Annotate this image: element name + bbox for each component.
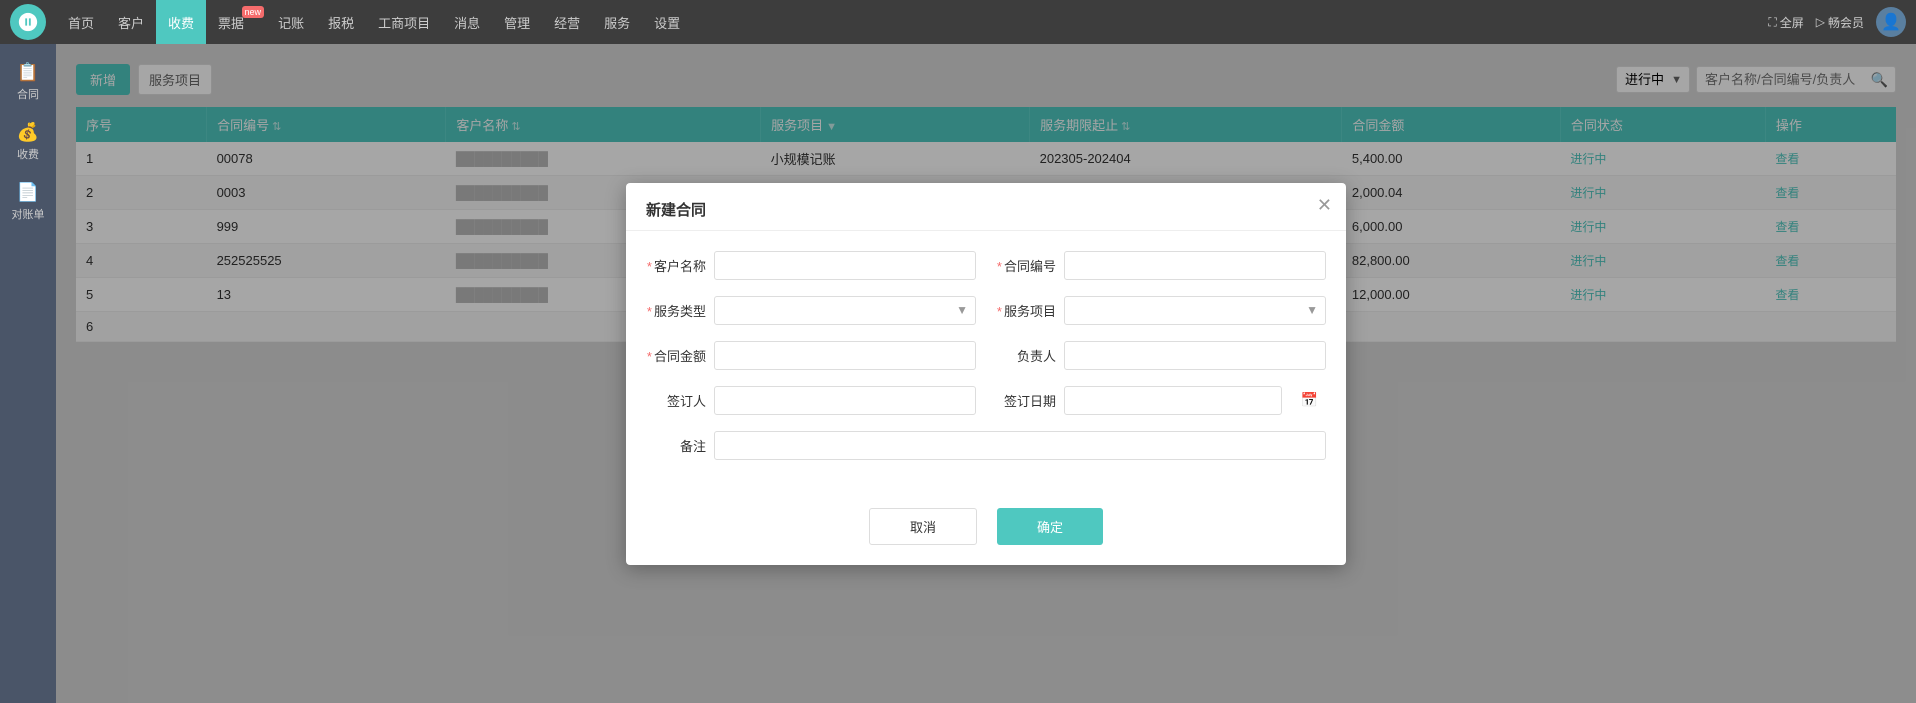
field-remarks: 备注 [646, 431, 1326, 460]
cancel-button[interactable]: 取消 [869, 508, 977, 545]
field-contract-no: *合同编号 [996, 251, 1326, 280]
required-item: * [997, 304, 1002, 319]
sidebar: 📋 合同 💰 收费 📄 对账单 [0, 44, 56, 703]
form-row-5: 备注 [646, 431, 1326, 460]
field-service-item: *服务项目 ▼ [996, 296, 1326, 325]
new-contract-modal: 新建合同 ✕ *客户名称 *合同编号 [626, 183, 1346, 565]
field-amount: *合同金额 0.00 [646, 341, 976, 370]
input-remarks[interactable] [714, 431, 1326, 460]
member-label: 畅会员 [1828, 14, 1864, 31]
label-client-name: *客户名称 [646, 256, 706, 275]
label-service-item: *服务项目 [996, 301, 1056, 320]
nav-tax[interactable]: 报税 [316, 0, 366, 44]
logo [10, 4, 46, 40]
calendar-icon: 📅 [1301, 392, 1318, 409]
member-btn[interactable]: ▷ 畅会员 [1816, 14, 1864, 31]
play-icon: ▷ [1816, 15, 1825, 29]
nav-settings[interactable]: 设置 [642, 0, 692, 44]
main-layout: 📋 合同 💰 收费 📄 对账单 新增 服务项目 进行中 已结束 全部 [0, 44, 1916, 703]
fullscreen-label: 全屏 [1780, 14, 1804, 31]
select-service-type[interactable] [714, 296, 976, 325]
form-row-4: 签订人 签订日期 2023-06-06 📅 [646, 386, 1326, 415]
modal-title: 新建合同 [646, 202, 706, 219]
required-client: * [647, 259, 652, 274]
field-sign-date: 签订日期 2023-06-06 📅 [996, 386, 1326, 415]
modal-overlay: 新建合同 ✕ *客户名称 *合同编号 [56, 44, 1916, 703]
nav-message[interactable]: 消息 [442, 0, 492, 44]
input-client-name[interactable] [714, 251, 976, 280]
sidebar-label-contract: 合同 [17, 86, 39, 102]
label-amount: *合同金额 [646, 346, 706, 365]
top-nav-right: ⛶ 全屏 ▷ 畅会员 👤 [1768, 7, 1906, 37]
form-row-1: *客户名称 *合同编号 [646, 251, 1326, 280]
avatar[interactable]: 👤 [1876, 7, 1906, 37]
nav-operation[interactable]: 经营 [542, 0, 592, 44]
form-row-2: *服务类型 ▼ *服务项目 [646, 296, 1326, 325]
content-area: 新增 服务项目 进行中 已结束 全部 ▼ 🔍 [56, 44, 1916, 703]
top-nav: 首页 客户 收费 票据 new 记账 报税 工商项目 消息 管理 经营 服务 设… [0, 0, 1916, 44]
label-remarks: 备注 [646, 436, 706, 455]
sidebar-label-fee: 收费 [17, 146, 39, 162]
label-responsible: 负责人 [996, 346, 1056, 365]
label-signer: 签订人 [646, 391, 706, 410]
contract-icon: 📋 [17, 62, 39, 83]
fee-icon: 💰 [17, 122, 39, 143]
statement-icon: 📄 [17, 182, 39, 203]
nav-manage[interactable]: 管理 [492, 0, 542, 44]
input-signer[interactable] [714, 386, 976, 415]
field-responsible: 负责人 [996, 341, 1326, 370]
required-contract: * [997, 259, 1002, 274]
fullscreen-btn[interactable]: ⛶ 全屏 [1768, 14, 1803, 31]
sidebar-item-fee[interactable]: 💰 收费 [3, 114, 53, 170]
new-badge: new [242, 6, 265, 18]
required-amount: * [647, 349, 652, 364]
sidebar-item-contract[interactable]: 📋 合同 [3, 54, 53, 110]
form-row-3: *合同金额 0.00 负责人 [646, 341, 1326, 370]
select-service-item[interactable] [1064, 296, 1326, 325]
field-signer: 签订人 [646, 386, 976, 415]
sidebar-label-statement: 对账单 [12, 206, 45, 222]
nav-client[interactable]: 客户 [106, 0, 156, 44]
label-contract-no: *合同编号 [996, 256, 1056, 275]
field-service-type: *服务类型 ▼ [646, 296, 976, 325]
nav-service[interactable]: 服务 [592, 0, 642, 44]
fullscreen-icon: ⛶ [1768, 15, 1776, 30]
label-service-type: *服务类型 [646, 301, 706, 320]
input-sign-date[interactable]: 2023-06-06 [1064, 386, 1282, 415]
field-client-name: *客户名称 [646, 251, 976, 280]
input-responsible[interactable] [1064, 341, 1326, 370]
service-item-select-wrap: ▼ [1064, 296, 1326, 325]
nav-business[interactable]: 工商项目 [366, 0, 442, 44]
input-contract-no[interactable] [1064, 251, 1326, 280]
nav-home[interactable]: 首页 [56, 0, 106, 44]
input-amount[interactable]: 0.00 [714, 341, 976, 370]
service-type-select-wrap: ▼ [714, 296, 976, 325]
label-sign-date: 签订日期 [996, 391, 1056, 410]
date-input-wrap: 2023-06-06 📅 [1064, 386, 1326, 415]
modal-header: 新建合同 ✕ [626, 183, 1346, 231]
nav-fee[interactable]: 收费 [156, 0, 206, 44]
modal-body: *客户名称 *合同编号 [626, 231, 1346, 496]
modal-close-button[interactable]: ✕ [1317, 195, 1332, 216]
sidebar-item-statement[interactable]: 📄 对账单 [3, 174, 53, 230]
nav-bookkeeping[interactable]: 记账 [266, 0, 316, 44]
confirm-button[interactable]: 确定 [997, 508, 1103, 545]
nav-bill[interactable]: 票据 new [206, 0, 266, 44]
modal-footer: 取消 确定 [626, 496, 1346, 565]
required-type: * [647, 304, 652, 319]
